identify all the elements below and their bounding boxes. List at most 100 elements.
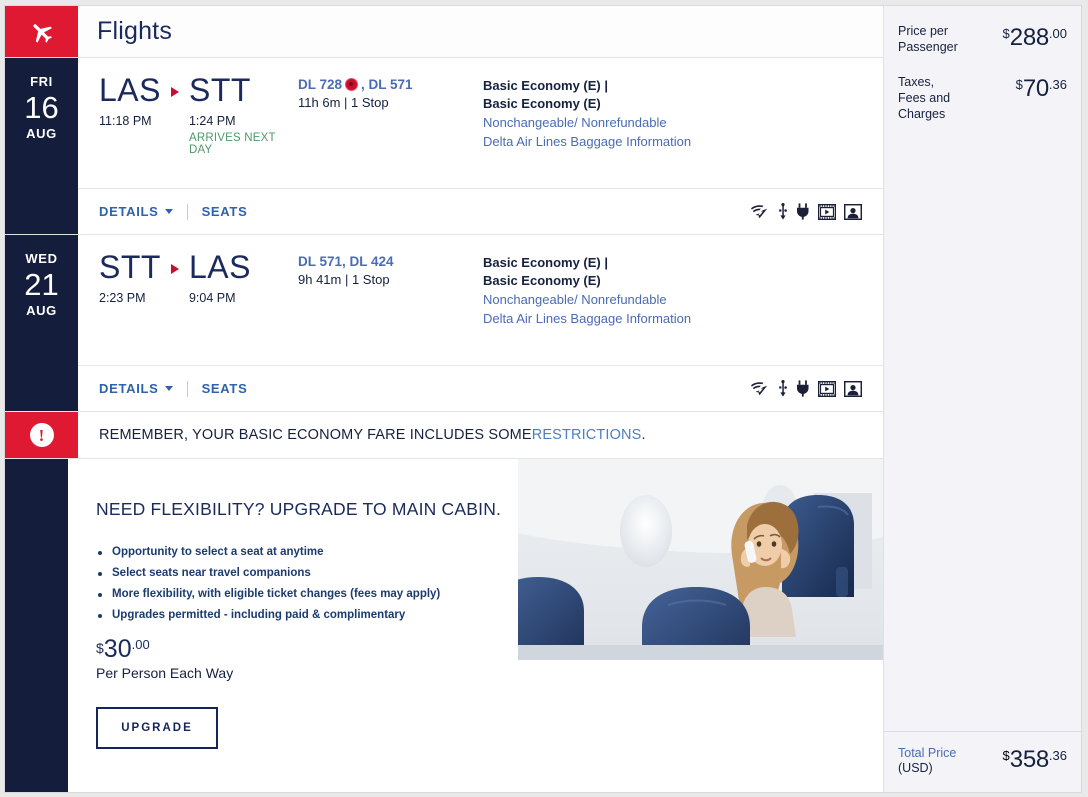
origin-airport-code: STT — [99, 249, 161, 285]
amenities-icon-group — [751, 380, 862, 397]
inflight-movie-icon — [818, 380, 836, 397]
fare-rules-link[interactable]: Nonchangeable/ Nonrefundable — [483, 114, 691, 133]
promo-content: NEED FLEXIBILITY? UPGRADE TO MAIN CABIN.… — [68, 459, 883, 792]
route-arrow-wrap — [161, 74, 189, 188]
date-day-of-week: WED — [25, 251, 58, 266]
destination-airport-code: LAS — [188, 249, 251, 285]
fare-rules-link[interactable]: Nonchangeable/ Nonrefundable — [483, 291, 691, 310]
route-arrow-icon — [170, 87, 179, 97]
seats-label: SEATS — [201, 204, 248, 219]
page-background: Flights FRI 16 AUG LAS 11:18 PM STT 1:24… — [0, 0, 1088, 797]
alert-message: REMEMBER, YOUR BASIC ECONOMY FARE INCLUD… — [78, 412, 646, 458]
seats-button[interactable]: SEATS — [202, 204, 248, 219]
price-label-line-2: Passenger — [898, 39, 958, 54]
flight-number-second: , DL 571 — [361, 77, 413, 92]
baggage-information-link[interactable]: Delta Air Lines Baggage Information — [483, 133, 691, 152]
flight-duration-stops: 9h 41m | 1 Stop — [298, 272, 390, 287]
power-outlet-icon — [797, 380, 809, 397]
origin-block: LAS 11:18 PM — [99, 72, 161, 188]
total-price-row: Total Price (USD) $358.36 — [884, 731, 1081, 792]
flight-numbers[interactable]: DL 571, DL 424 — [298, 254, 483, 269]
flight-number-block: DL 571, DL 424 9h 41m | 1 Stop — [298, 251, 483, 365]
wifi-icon — [751, 381, 768, 395]
total-price-value: $358.36 — [1003, 746, 1067, 774]
amenities-icon-group — [751, 203, 862, 220]
cabin-illustration — [518, 459, 883, 660]
details-button[interactable]: DETAILS — [99, 381, 173, 396]
taxes-fees-row: Taxes, Fees and Charges $70.36 — [884, 55, 1081, 122]
currency-symbol: $ — [1002, 26, 1010, 41]
currency-symbol: $ — [1002, 748, 1010, 763]
date-day-number: 16 — [24, 90, 59, 125]
taxes-fees-label: Taxes, Fees and Charges — [898, 75, 950, 122]
taxes-label-line-1: Taxes, — [898, 75, 935, 90]
restrictions-link[interactable]: RESTRICTIONS — [532, 427, 642, 443]
alert-text-after: . — [641, 427, 646, 443]
basic-economy-alert: ! REMEMBER, YOUR BASIC ECONOMY FARE INCL… — [5, 412, 883, 459]
inflight-movie-icon — [818, 203, 836, 220]
date-month: AUG — [26, 126, 57, 142]
currency-symbol: $ — [1015, 77, 1023, 93]
destination-airport-code: STT — [188, 72, 251, 108]
total-label-line-2: (USD) — [898, 761, 933, 775]
seats-label: SEATS — [201, 381, 248, 396]
segment-actions: DETAILS SEATS — [78, 365, 883, 411]
taxes-fees-value: $70.36 — [1016, 75, 1067, 122]
aircraft-change-icon — [345, 78, 359, 91]
chevron-down-icon — [164, 209, 173, 214]
header-plane-badge — [5, 6, 78, 57]
alert-text-before: REMEMBER, YOUR BASIC ECONOMY FARE INCLUD… — [99, 427, 532, 443]
price-per-passenger-label: Price per Passenger — [898, 24, 958, 55]
page-title: Flights — [97, 17, 173, 45]
arrives-next-day-note: ARRIVES NEXT DAY — [188, 131, 276, 156]
promo-price-amount: 30 — [103, 635, 132, 663]
origin-block: STT 2:23 PM — [99, 249, 161, 365]
wifi-icon — [751, 204, 768, 218]
baggage-information-link[interactable]: Delta Air Lines Baggage Information — [483, 310, 691, 329]
destination-block: LAS 9:04 PM — [188, 249, 251, 365]
segment-body: STT 2:23 PM LAS 9:04 PM DL 571, DL 424 9… — [78, 235, 883, 411]
itinerary-main-column: Flights FRI 16 AUG LAS 11:18 PM STT 1:24… — [5, 6, 883, 792]
cabin-class-line-2: Basic Economy (E) — [483, 96, 601, 112]
total-price-label: Total Price (USD) — [898, 746, 956, 776]
action-divider — [186, 380, 188, 397]
route-block: LAS 11:18 PM STT 1:24 PM ARRIVES NEXT DA… — [78, 72, 298, 188]
amount-cents: .00 — [1048, 26, 1067, 41]
segment-summary: STT 2:23 PM LAS 9:04 PM DL 571, DL 424 9… — [78, 235, 883, 365]
itinerary-card: Flights FRI 16 AUG LAS 11:18 PM STT 1:24… — [4, 5, 1082, 793]
promo-price-currency: $ — [96, 640, 104, 656]
destination-arrival-time: 9:04 PM — [188, 290, 236, 305]
taxes-label-line-3: Charges — [898, 106, 946, 121]
power-outlet-icon — [797, 203, 809, 220]
cabin-class-line-1: Basic Economy (E) | — [483, 255, 609, 270]
origin-airport-code: LAS — [99, 72, 161, 108]
route-arrow-icon — [170, 264, 179, 274]
date-day-of-week: FRI — [30, 74, 53, 89]
price-summary-panel: Price per Passenger $288.00 Taxes, Fees … — [883, 6, 1081, 792]
details-label: DETAILS — [99, 204, 159, 219]
fare-block: Basic Economy (E) | Basic Economy (E) No… — [483, 251, 691, 365]
promo-price-subtitle: Per Person Each Way — [96, 665, 234, 681]
action-divider — [186, 203, 188, 220]
details-button[interactable]: DETAILS — [99, 204, 173, 219]
price-per-passenger-row: Price per Passenger $288.00 — [884, 6, 1081, 55]
taxes-label-line-2: Fees and — [898, 90, 951, 105]
flight-number-first: DL 728 — [298, 77, 343, 92]
chevron-down-icon — [164, 386, 173, 391]
upgrade-button[interactable]: UPGRADE — [96, 707, 218, 749]
flight-segment-return: WED 21 AUG STT 2:23 PM LAS 9:04 PM DL 57… — [5, 235, 883, 412]
seats-button[interactable]: SEATS — [202, 381, 248, 396]
alert-icon-rail: ! — [5, 412, 78, 458]
upgrade-promo: NEED FLEXIBILITY? UPGRADE TO MAIN CABIN.… — [5, 459, 883, 792]
seatback-screen-icon — [844, 380, 862, 397]
flight-numbers[interactable]: DL 728 , DL 571 — [298, 77, 483, 92]
amount-cents: .36 — [1048, 748, 1067, 763]
date-day-number: 21 — [24, 267, 59, 302]
destination-block: STT 1:24 PM ARRIVES NEXT DAY — [188, 72, 298, 188]
total-label-line-1: Total Price — [898, 746, 957, 760]
seatback-screen-icon — [844, 203, 862, 220]
origin-departure-time: 11:18 PM — [99, 113, 152, 128]
flight-segment-outbound: FRI 16 AUG LAS 11:18 PM STT 1:24 PM ARRI… — [5, 58, 883, 235]
amount-whole: 358 — [1009, 746, 1049, 773]
date-month: AUG — [26, 303, 57, 319]
